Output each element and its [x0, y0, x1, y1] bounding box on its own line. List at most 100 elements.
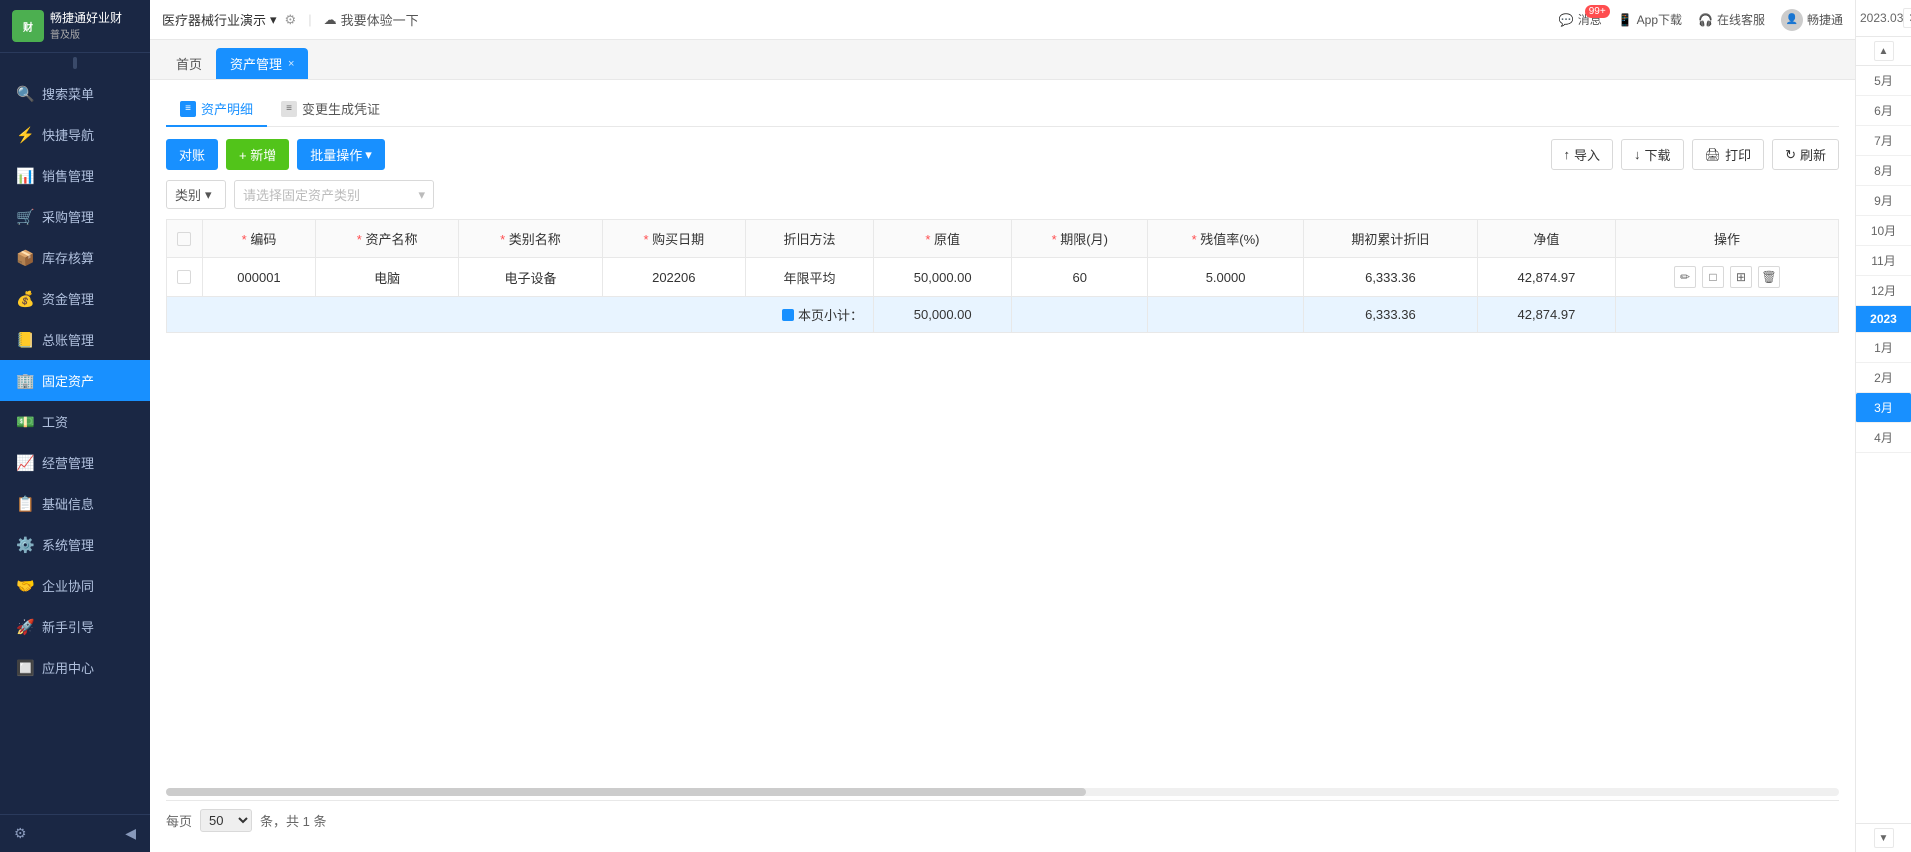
- tab-close-icon[interactable]: ×: [288, 58, 294, 70]
- app-download-button[interactable]: 📱 App下载: [1618, 11, 1682, 28]
- download-icon: ↓: [1634, 147, 1641, 162]
- sidebar-item-label: 快捷导航: [42, 125, 94, 144]
- select-all-checkbox[interactable]: [177, 232, 191, 246]
- toolbar-right: ↑ 导入 ↓ 下载 🖨 打印 ↻ 刷新: [1551, 139, 1839, 170]
- total-count: 条，共 1 条: [260, 811, 326, 830]
- row-code: 000001: [203, 258, 316, 297]
- month-9[interactable]: 9月: [1856, 186, 1911, 216]
- batch-ops-button[interactable]: 批量操作 ▾: [297, 139, 385, 170]
- subtotal-net-value: 42,874.97: [1477, 297, 1615, 333]
- month-down-arrow[interactable]: ▼: [1874, 828, 1894, 848]
- month-8[interactable]: 8月: [1856, 156, 1911, 186]
- topbar: 医疗器械行业演示 ▾ ⚙ | ☁ 我要体验一下 💬 消息 99+ 📱 App下载…: [150, 0, 1855, 40]
- batch-arrow-icon: ▾: [365, 147, 372, 163]
- sidebar-item-label: 基础信息: [42, 494, 94, 513]
- home-tab[interactable]: 首页: [162, 48, 216, 79]
- panel-close-icon[interactable]: ✕: [1903, 8, 1911, 28]
- online-service-button[interactable]: 🎧 在线客服: [1698, 11, 1765, 28]
- header-category: 类别名称: [459, 220, 602, 258]
- add-new-button[interactable]: + 新增: [226, 139, 289, 170]
- header-purchase-date: 购买日期: [602, 220, 745, 258]
- logo-text: 畅捷通好业财: [50, 11, 122, 27]
- collapse-icon[interactable]: ◀: [125, 825, 136, 842]
- company-selector[interactable]: 医疗器械行业演示 ▾: [162, 10, 277, 29]
- sidebar-item-enterprise[interactable]: 🤝 企业协同: [0, 565, 150, 606]
- print-label: 打印: [1725, 145, 1751, 164]
- sidebar-item-label: 工资: [42, 412, 68, 431]
- sub-tab-asset-list[interactable]: ≡ 资产明细: [166, 92, 267, 127]
- sidebar-item-search[interactable]: 🔍 搜索菜单: [0, 73, 150, 114]
- month-up-arrow[interactable]: ▲: [1874, 41, 1894, 61]
- header-residual-rate: 残值率(%): [1148, 220, 1304, 258]
- per-page-select[interactable]: 50 100 200: [200, 809, 252, 832]
- sidebar-item-quick-nav[interactable]: ⚡ 快捷导航: [0, 114, 150, 155]
- download-button[interactable]: ↓ 下载: [1621, 139, 1684, 170]
- month-10[interactable]: 10月: [1856, 216, 1911, 246]
- reconcile-button[interactable]: 对账: [166, 139, 218, 170]
- import-label: 导入: [1574, 145, 1600, 164]
- toolbar: 对账 + 新增 批量操作 ▾ ↑ 导入 ↓ 下载 🖨 打: [166, 139, 1839, 170]
- month-3-current[interactable]: 3月: [1856, 393, 1911, 423]
- sidebar-item-payroll[interactable]: 💵 工资: [0, 401, 150, 442]
- month-12[interactable]: 12月: [1856, 276, 1911, 306]
- quick-nav-icon: ⚡: [16, 126, 34, 144]
- sidebar-item-base-info[interactable]: 📋 基础信息: [0, 483, 150, 524]
- sidebar-item-inventory[interactable]: 📦 库存核算: [0, 237, 150, 278]
- year-2023-marker: 2023: [1856, 306, 1911, 333]
- change-icon: ≡: [281, 101, 297, 117]
- subtotal-cum-depr: 6,333.36: [1304, 297, 1478, 333]
- refresh-button[interactable]: ↻ 刷新: [1772, 139, 1839, 170]
- edit-icon[interactable]: ✏: [1674, 266, 1696, 288]
- print-button[interactable]: 🖨 打印: [1692, 139, 1765, 170]
- content-area: ≡ 资产明细 ≡ 变更生成凭证 对账 + 新增 批量操作 ▾ ↑: [150, 80, 1855, 852]
- sidebar-logo: 财 畅捷通好业财 普及版: [0, 0, 150, 53]
- filter-label: 类别: [175, 185, 201, 204]
- sidebar-item-label: 搜索菜单: [42, 84, 94, 103]
- month-4[interactable]: 4月: [1856, 423, 1911, 453]
- sidebar-item-finance[interactable]: 💰 资金管理: [0, 278, 150, 319]
- import-button[interactable]: ↑ 导入: [1551, 139, 1614, 170]
- header-depr-method: 折旧方法: [745, 220, 873, 258]
- asset-table: 编码 资产名称 类别名称 购买日期 折旧方法 原值 期限(月) 残值率(%) 期…: [166, 219, 1839, 784]
- sidebar-item-purchase[interactable]: 🛒 采购管理: [0, 196, 150, 237]
- header-code: 编码: [203, 220, 316, 258]
- base-info-icon: 📋: [16, 495, 34, 513]
- month-5[interactable]: 5月: [1856, 66, 1911, 96]
- category-input[interactable]: 请选择固定资产类别 ▾: [234, 180, 434, 209]
- category-filter[interactable]: 类别 ▾: [166, 180, 226, 209]
- sidebar-item-sales[interactable]: 📊 销售管理: [0, 155, 150, 196]
- horizontal-scrollbar[interactable]: [166, 788, 1839, 796]
- company-arrow-icon: ▾: [270, 12, 277, 28]
- add-new-label: + 新增: [239, 145, 276, 164]
- system-icon: ⚙️: [16, 536, 34, 554]
- row-checkbox[interactable]: [177, 270, 191, 284]
- month-6[interactable]: 6月: [1856, 96, 1911, 126]
- sidebar-item-guide[interactable]: 🚀 新手引导: [0, 606, 150, 647]
- month-7[interactable]: 7月: [1856, 126, 1911, 156]
- sidebar-item-operations[interactable]: 📈 经营管理: [0, 442, 150, 483]
- month-2[interactable]: 2月: [1856, 363, 1911, 393]
- sidebar-nav: 🔍 搜索菜单 ⚡ 快捷导航 📊 销售管理 🛒 采购管理 📦 库存核算 💰 资金管…: [0, 73, 150, 814]
- experience-button[interactable]: ☁ 我要体验一下: [324, 10, 419, 29]
- sidebar-item-label: 固定资产: [42, 371, 94, 390]
- print-icon: 🖨: [1705, 147, 1722, 163]
- sidebar-item-label: 销售管理: [42, 166, 94, 185]
- list-icon: ≡: [180, 101, 196, 117]
- delete-icon[interactable]: 🗑: [1758, 266, 1780, 288]
- sub-tab-change-voucher[interactable]: ≡ 变更生成凭证: [267, 92, 394, 127]
- sidebar-item-fixed-assets[interactable]: 🏢 固定资产: [0, 360, 150, 401]
- row-category: 电子设备: [459, 258, 602, 297]
- sidebar-item-app-center[interactable]: 🔲 应用中心: [0, 647, 150, 688]
- settings-icon[interactable]: ⚙: [14, 825, 27, 842]
- sidebar-item-system[interactable]: ⚙️ 系统管理: [0, 524, 150, 565]
- user-menu[interactable]: 👤 畅捷通: [1781, 9, 1843, 31]
- asset-management-tab[interactable]: 资产管理 ×: [216, 48, 308, 79]
- gear-icon[interactable]: ⚙: [285, 12, 297, 28]
- link-icon[interactable]: ⊞: [1730, 266, 1752, 288]
- sidebar-item-ledger[interactable]: 📒 总账管理: [0, 319, 150, 360]
- subtotal-period: [1012, 297, 1148, 333]
- copy-icon[interactable]: □: [1702, 266, 1724, 288]
- messages-button[interactable]: 💬 消息 99+: [1559, 11, 1602, 28]
- month-1[interactable]: 1月: [1856, 333, 1911, 363]
- month-11[interactable]: 11月: [1856, 246, 1911, 276]
